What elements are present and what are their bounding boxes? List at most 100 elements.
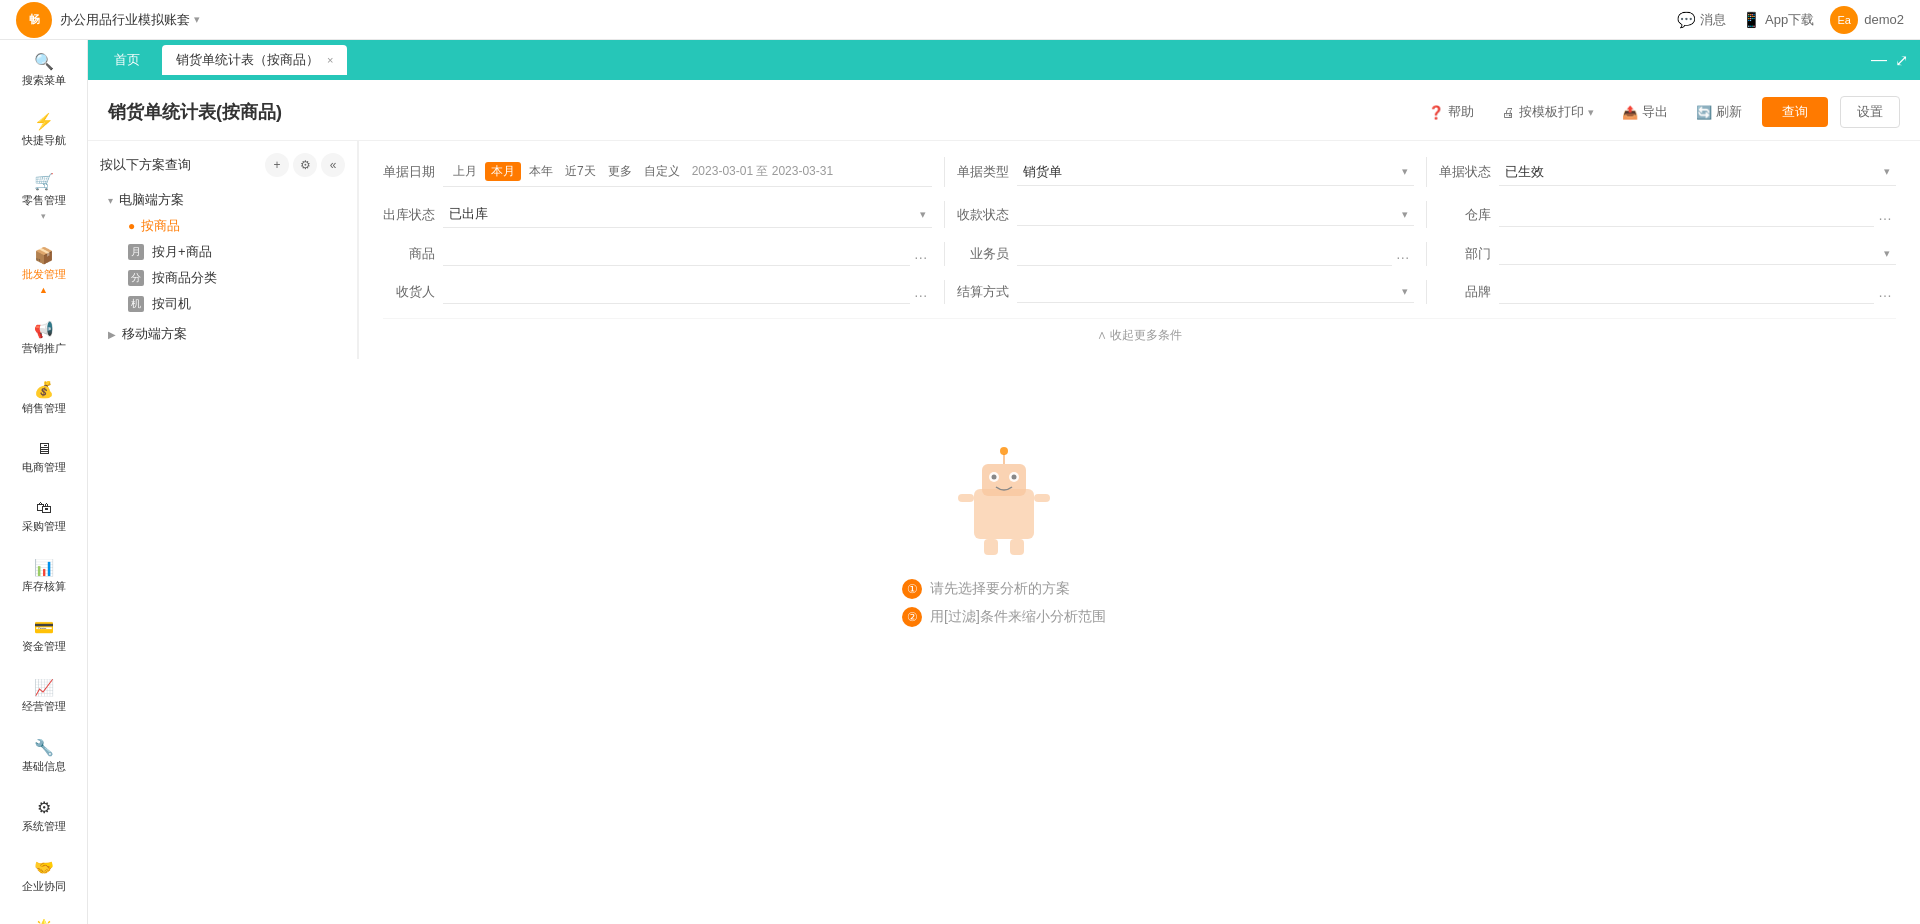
svg-rect-6: [958, 494, 974, 502]
sidebar-item-quick-nav[interactable]: ⚡ 快捷导航: [0, 100, 87, 160]
brand-input[interactable]: [1499, 280, 1874, 304]
workspace-selector[interactable]: 办公用品行业模拟账套 ▾: [60, 11, 200, 29]
sidebar-item-ecommerce[interactable]: 🖥 电商管理: [0, 428, 87, 487]
search-icon: 🔍: [8, 52, 79, 71]
purchase-icon: 🛍: [8, 499, 79, 517]
date-option-7days[interactable]: 近7天: [561, 161, 600, 182]
app-download-action[interactable]: 📱 App下载: [1742, 11, 1814, 29]
collapse-panel-button[interactable]: «: [321, 153, 345, 177]
sidebar-item-operations[interactable]: 📈 经营管理: [0, 666, 87, 726]
export-button[interactable]: 📤 导出: [1614, 99, 1676, 125]
page-header: 销货单统计表(按商品) ❓ 帮助 🖨 按模板打印 ▾ 📤: [88, 80, 1920, 141]
tree-selected-icon: ●: [128, 219, 135, 233]
filter-row-3: 商品 … 业务员 … 部: [383, 242, 1896, 266]
type-select[interactable]: 销货单 ▾: [1017, 159, 1414, 186]
print-button[interactable]: 🖨 按模板打印 ▾: [1494, 99, 1602, 125]
date-option-this-month[interactable]: 本月: [485, 162, 521, 181]
avatar: Ea: [1830, 6, 1858, 34]
department-select[interactable]: ▾: [1499, 243, 1896, 265]
sidebar-item-retail[interactable]: 🛒 零售管理 ▾: [0, 160, 87, 234]
warehouse-status-select[interactable]: 已出库 ▾: [443, 201, 932, 228]
status-select[interactable]: 已生效 ▾: [1499, 159, 1896, 186]
sidebar-item-inventory[interactable]: 📊 库存核算: [0, 546, 87, 606]
top-header: 畅 办公用品行业模拟账套 ▾ 💬 消息 📱 App下载 Ea demo2: [0, 0, 1920, 40]
status-value: 已生效: [1505, 163, 1544, 181]
tab-sales-stat[interactable]: 销货单统计表（按商品） ×: [162, 45, 347, 75]
retail-icon: 🛒: [8, 172, 79, 191]
sidebar-item-newbie[interactable]: 🌟 新手引导: [0, 906, 87, 924]
warehouse-dots[interactable]: …: [1874, 207, 1896, 223]
tree-arrow-icon: ▾: [108, 195, 113, 206]
user-profile[interactable]: Ea demo2: [1830, 6, 1904, 34]
sidebar-item-finance[interactable]: 💳 资金管理: [0, 606, 87, 666]
product-dots[interactable]: …: [910, 246, 932, 262]
quick-nav-icon: ⚡: [8, 112, 79, 131]
brand-field: 品牌 …: [1439, 280, 1896, 304]
tree-item-by-category[interactable]: 分 按商品分类: [120, 265, 345, 291]
query-button[interactable]: 查询: [1762, 97, 1828, 127]
date-option-this-year[interactable]: 本年: [525, 161, 557, 182]
receiver-dots[interactable]: …: [910, 284, 932, 300]
settings-button[interactable]: 设置: [1840, 96, 1900, 128]
filter-right-panel: 单据日期 上月 本月 本年 近7天 更多 自定义 2023-03-01 至 20…: [358, 141, 1920, 359]
date-option-last-month[interactable]: 上月: [449, 161, 481, 182]
tree-mobile-group[interactable]: ▶ 移动端方案: [100, 321, 345, 347]
date-range-selector[interactable]: 上月 本月 本年 近7天 更多 自定义 2023-03-01 至 2023-03…: [443, 157, 932, 187]
brand-label: 品牌: [1439, 283, 1499, 301]
tree-item-by-dept[interactable]: 机 按司机: [120, 291, 345, 317]
tree-item-by-month-product[interactable]: 月 按月+商品: [120, 239, 345, 265]
receiver-field: 收货人 …: [383, 280, 932, 304]
sales-icon: 💰: [8, 380, 79, 399]
refresh-icon: 🔄: [1696, 105, 1712, 120]
warehouse-status-value: 已出库: [449, 205, 488, 223]
brand-dots[interactable]: …: [1874, 284, 1896, 300]
filter-toolbar: + ⚙ «: [265, 153, 345, 177]
product-field: 商品 …: [383, 242, 932, 266]
payment-method-select[interactable]: ▾: [1017, 281, 1414, 303]
tree-desktop-group[interactable]: ▾ 电脑端方案: [100, 187, 345, 213]
tab-maximize-icon[interactable]: ⤢: [1895, 51, 1908, 70]
divider-5: [944, 242, 945, 266]
message-action[interactable]: 💬 消息: [1677, 11, 1726, 29]
date-range-value: 2023-03-01 至 2023-03-31: [692, 163, 833, 180]
sidebar-item-search[interactable]: 🔍 搜索菜单: [0, 40, 87, 100]
empty-illustration: [944, 439, 1064, 559]
payment-field: 收款状态 ▾: [957, 204, 1414, 226]
settings-scheme-button[interactable]: ⚙: [293, 153, 317, 177]
payment-arrow-icon: ▾: [1402, 208, 1408, 221]
sidebar-item-sales[interactable]: 💰 销售管理: [0, 368, 87, 428]
collapse-filter-button[interactable]: ∧ 收起更多条件: [383, 318, 1896, 352]
product-input[interactable]: [443, 242, 910, 266]
sidebar-item-basic[interactable]: 🔧 基础信息: [0, 726, 87, 786]
date-option-more[interactable]: 更多: [604, 161, 636, 182]
receiver-input[interactable]: [443, 280, 910, 304]
salesperson-dots[interactable]: …: [1392, 246, 1414, 262]
svg-rect-0: [974, 489, 1034, 539]
date-option-custom[interactable]: 自定义: [640, 161, 684, 182]
refresh-button[interactable]: 🔄 刷新: [1688, 99, 1750, 125]
sidebar-item-system[interactable]: ⚙ 系统管理: [0, 786, 87, 846]
date-label: 单据日期: [383, 163, 443, 181]
department-field: 部门 ▾: [1439, 243, 1896, 265]
svg-point-4: [992, 475, 997, 480]
help-button[interactable]: ❓ 帮助: [1420, 99, 1482, 125]
header-right: 💬 消息 📱 App下载 Ea demo2: [1677, 6, 1904, 34]
tab-close-icon[interactable]: ×: [327, 54, 333, 66]
salesperson-input[interactable]: [1017, 242, 1392, 266]
sidebar-item-wholesale[interactable]: 📦 批发管理 ▲: [0, 234, 87, 308]
svg-point-5: [1012, 475, 1017, 480]
sidebar-item-marketing[interactable]: 📢 营销推广: [0, 308, 87, 368]
payment-select[interactable]: ▾: [1017, 204, 1414, 226]
warehouse-field: 仓库 …: [1439, 203, 1896, 227]
tab-minimize-icon[interactable]: —: [1871, 51, 1887, 69]
date-field: 单据日期 上月 本月 本年 近7天 更多 自定义 2023-03-01 至 20…: [383, 157, 932, 187]
add-scheme-button[interactable]: +: [265, 153, 289, 177]
sidebar-item-purchase[interactable]: 🛍 采购管理: [0, 487, 87, 546]
sidebar-item-enterprise[interactable]: 🤝 企业协同: [0, 846, 87, 906]
receiver-label: 收货人: [383, 283, 443, 301]
tree-item-by-product[interactable]: ● 按商品: [120, 213, 345, 239]
warehouse-input[interactable]: [1499, 203, 1874, 227]
tab-home[interactable]: 首页: [100, 45, 154, 75]
tree-mobile-arrow-icon: ▶: [108, 329, 116, 340]
sidebar: 🔍 搜索菜单 ⚡ 快捷导航 🛒 零售管理 ▾ 📦 批发管理 ▲ 📢 营销推广: [0, 40, 88, 924]
